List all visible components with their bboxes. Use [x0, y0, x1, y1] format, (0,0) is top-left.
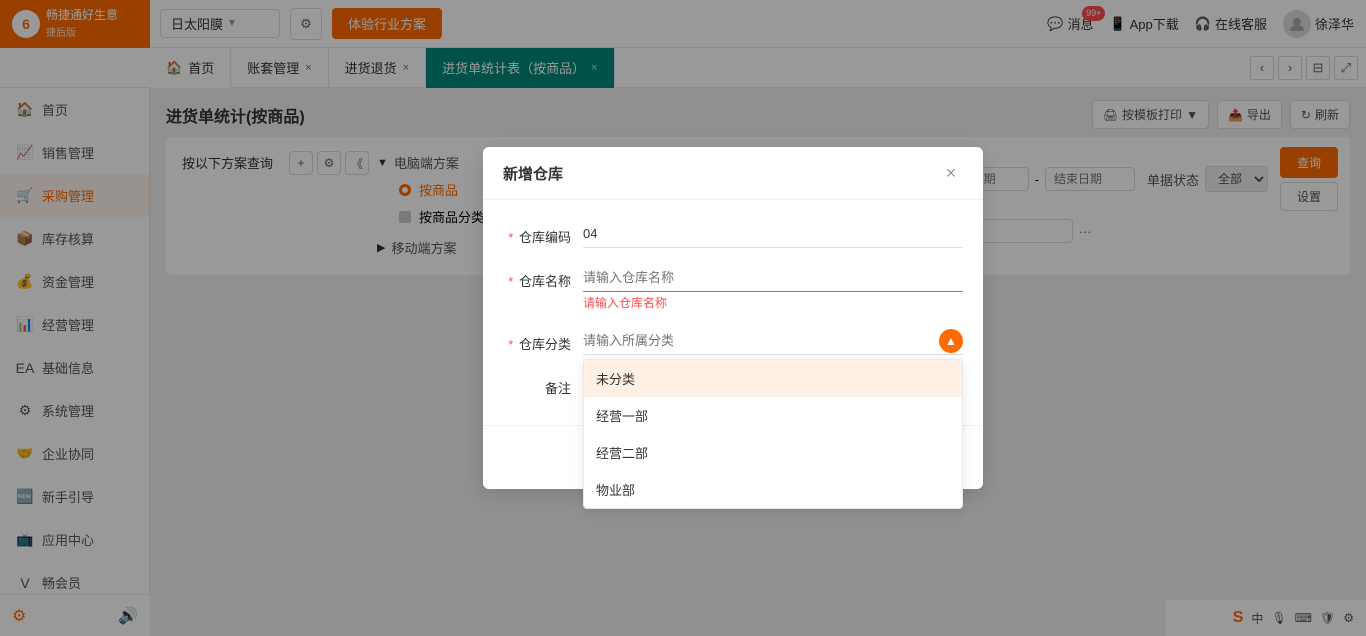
category-dropdown-list: 未分类经营一部经营二部物业部 — [583, 359, 963, 509]
name-input[interactable] — [583, 264, 963, 292]
modal-close-btn[interactable]: × — [939, 161, 963, 185]
code-label: * 仓库编码 — [503, 220, 583, 246]
name-field-row: * 仓库名称 请输入仓库名称 — [503, 264, 963, 311]
code-field-row: * 仓库编码 — [503, 220, 963, 248]
modal-header: 新增仓库 × — [483, 147, 983, 200]
add-warehouse-modal: 新增仓库 × * 仓库编码 * 仓库名称 请输入仓库名称 — [483, 147, 983, 489]
dropdown-option[interactable]: 物业部 — [584, 471, 962, 508]
notes-label: 备注 — [503, 371, 583, 397]
dropdown-option[interactable]: 经营二部 — [584, 434, 962, 471]
modal-title: 新增仓库 — [503, 163, 563, 184]
dropdown-option[interactable]: 经营一部 — [584, 397, 962, 434]
category-field-row: * 仓库分类 ▲ 未分类经营一部经营二部物业部 — [503, 327, 963, 355]
code-input-wrapper — [583, 220, 963, 248]
dropdown-option[interactable]: 未分类 — [584, 360, 962, 397]
code-input[interactable] — [583, 220, 963, 248]
name-error-msg: 请输入仓库名称 — [583, 294, 963, 311]
category-label: * 仓库分类 — [503, 327, 583, 353]
category-dropdown-toggle[interactable]: ▲ — [939, 329, 963, 353]
name-label: * 仓库名称 — [503, 264, 583, 290]
modal-body: * 仓库编码 * 仓库名称 请输入仓库名称 * 仓库分类 — [483, 200, 983, 425]
category-input-wrapper: ▲ 未分类经营一部经营二部物业部 — [583, 327, 963, 355]
name-input-wrapper: 请输入仓库名称 — [583, 264, 963, 311]
category-input[interactable] — [583, 327, 963, 355]
category-dropdown: ▲ — [583, 327, 963, 355]
